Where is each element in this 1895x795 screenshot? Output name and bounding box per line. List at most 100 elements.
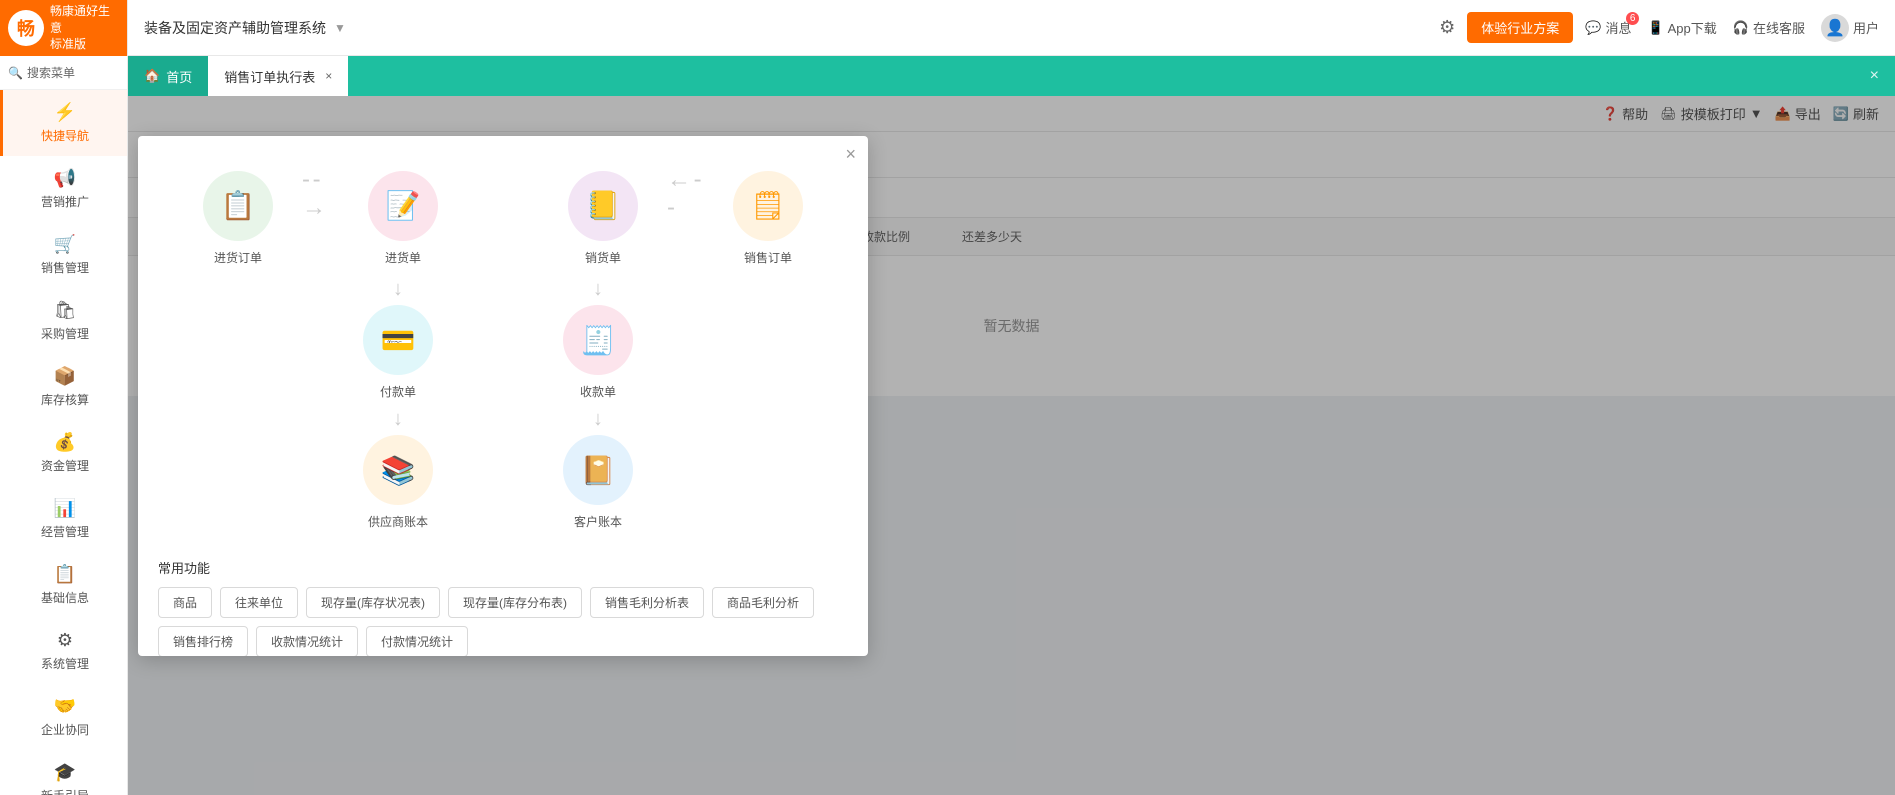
modal-overlay[interactable]: × 📋 进货订单 - - → bbox=[128, 96, 1895, 795]
sidebar-search[interactable]: 🔍 搜索菜单 bbox=[0, 56, 127, 90]
user-menu[interactable]: 👤 用户 bbox=[1821, 14, 1879, 42]
payment-bill-circle: 💳 bbox=[363, 305, 433, 375]
down-arrows-row-2: ↓ ↓ bbox=[178, 408, 828, 431]
inventory-icon: 📦 bbox=[54, 366, 76, 387]
tab-bar: 🏠 首页 销售订单执行表 × × bbox=[128, 56, 1895, 96]
receipt-bill-node: 🧾 收款单 bbox=[538, 305, 658, 400]
supplier-ledger-label: 供应商账本 bbox=[368, 513, 428, 530]
supplier-ledger-icon: 📚 bbox=[381, 454, 416, 487]
close-all-tabs-button[interactable]: × bbox=[1854, 67, 1895, 85]
down-arrow-receipt: ↓ bbox=[538, 408, 658, 431]
sales-bill-circle: 📒 bbox=[568, 171, 638, 241]
common-functions-buttons: 商品 往来单位 现存量(库存状况表) 现存量(库存分布表) 销售毛利分析表 商品… bbox=[158, 587, 848, 618]
sidebar-item-guide[interactable]: 🎓 新手引导 bbox=[0, 750, 127, 795]
purchase-bill-circle: 📝 bbox=[368, 171, 438, 241]
header-right: 💬 消息 6 📱 App下载 🎧 在线客服 👤 用户 bbox=[1585, 14, 1879, 42]
sidebar-item-quick-nav[interactable]: ⚡ 快捷导航 bbox=[0, 90, 127, 156]
common-functions-title: 常用功能 bbox=[158, 558, 848, 577]
common-functions: 常用功能 商品 往来单位 现存量(库存状况表) 现存量(库存分布表) 销售毛利分… bbox=[138, 558, 868, 656]
tab-sales-order[interactable]: 销售订单执行表 × bbox=[208, 56, 348, 96]
supplier-ledger-circle: 📚 bbox=[363, 435, 433, 505]
system-title: 装备及固定资产辅助管理系统 ▼ bbox=[144, 18, 1427, 38]
sales-bill-node: 📒 销货单 bbox=[543, 171, 663, 266]
cf-btn-stock-status[interactable]: 现存量(库存状况表) bbox=[306, 587, 440, 618]
sidebar-item-sales[interactable]: 🛒 销售管理 bbox=[0, 222, 127, 288]
marketing-icon: 📢 bbox=[54, 168, 76, 189]
sales-order-icon: 🗒 bbox=[750, 189, 786, 222]
payment-bill-label: 付款单 bbox=[380, 383, 416, 400]
sidebar-item-marketing[interactable]: 📢 营销推广 bbox=[0, 156, 127, 222]
flow-row-2: 💳 付款单 🧾 收款单 bbox=[178, 305, 828, 400]
sidebar-logo: 畅 畅康通好生意 标准版 bbox=[0, 0, 127, 56]
purchase-bill-icon: 📝 bbox=[386, 189, 421, 222]
finance-icon: 💰 bbox=[54, 432, 76, 453]
purchase-order-node: 📋 进货订单 bbox=[178, 171, 298, 266]
modal-close-button[interactable]: × bbox=[845, 144, 856, 165]
sales-order-label: 销售订单 bbox=[744, 249, 792, 266]
cf-btn-sales-rank[interactable]: 销售排行榜 bbox=[158, 626, 248, 656]
flow-diagram: 📋 进货订单 - - → 📝 bbox=[138, 136, 868, 558]
basic-info-icon: 📋 bbox=[54, 564, 76, 585]
cf-btn-receipt-stats[interactable]: 收款情况统计 bbox=[256, 626, 358, 656]
sidebar-nav: ⚡ 快捷导航 📢 营销推广 🛒 销售管理 🛍 采购管理 📦 库存核算 💰 资金管… bbox=[0, 90, 127, 795]
sidebar-item-operations[interactable]: 📊 经营管理 bbox=[0, 486, 127, 552]
sales-order-circle: 🗒 bbox=[733, 171, 803, 241]
try-industry-button[interactable]: 体验行业方案 bbox=[1467, 12, 1573, 43]
sidebar-item-collab[interactable]: 🤝 企业协同 bbox=[0, 684, 127, 750]
arrow-2: ← - - bbox=[667, 166, 704, 270]
flow-row-3: 📚 供应商账本 📔 客户账本 bbox=[178, 435, 828, 530]
message-icon: 💬 bbox=[1585, 20, 1601, 36]
purchase-order-label: 进货订单 bbox=[214, 249, 262, 266]
sales-order-node: 🗒 销售订单 bbox=[708, 171, 828, 266]
operations-icon: 📊 bbox=[54, 498, 76, 519]
sales-icon: 🛒 bbox=[54, 234, 76, 255]
purchase-order-icon: 📋 bbox=[221, 189, 256, 222]
sidebar-item-finance[interactable]: 💰 资金管理 bbox=[0, 420, 127, 486]
logo-icon: 畅 bbox=[8, 10, 44, 46]
home-icon: 🏠 bbox=[144, 68, 160, 84]
cf-btn-partner[interactable]: 往来单位 bbox=[220, 587, 298, 618]
customer-ledger-node: 📔 客户账本 bbox=[538, 435, 658, 530]
flow-row-1: 📋 进货订单 - - → 📝 bbox=[178, 166, 828, 270]
user-avatar: 👤 bbox=[1821, 14, 1849, 42]
purchase-bill-label: 进货单 bbox=[385, 249, 421, 266]
receipt-bill-label: 收款单 bbox=[580, 383, 616, 400]
modal: × 📋 进货订单 - - → bbox=[138, 136, 868, 656]
cf-btn-stock-dist[interactable]: 现存量(库存分布表) bbox=[448, 587, 582, 618]
arrow-1: - - → bbox=[302, 166, 339, 270]
cf-btn-product-profit[interactable]: 商品毛利分析 bbox=[712, 587, 814, 618]
system-dropdown-icon[interactable]: ▼ bbox=[334, 21, 346, 35]
customer-ledger-icon: 📔 bbox=[581, 454, 616, 487]
down-arrow-sales: ↓ bbox=[538, 278, 658, 301]
common-functions-buttons-2: 销售排行榜 收款情况统计 付款情况统计 bbox=[158, 626, 848, 656]
sidebar-item-basic-info[interactable]: 📋 基础信息 bbox=[0, 552, 127, 618]
tab-home[interactable]: 🏠 首页 bbox=[128, 56, 208, 96]
supplier-ledger-node: 📚 供应商账本 bbox=[338, 435, 458, 530]
quick-nav-icon: ⚡ bbox=[54, 102, 76, 123]
app-download-button[interactable]: 📱 App下载 bbox=[1647, 18, 1716, 37]
headset-icon: 🎧 bbox=[1733, 20, 1749, 36]
cf-btn-payment-stats[interactable]: 付款情况统计 bbox=[366, 626, 468, 656]
customer-ledger-label: 客户账本 bbox=[574, 513, 622, 530]
cf-btn-product[interactable]: 商品 bbox=[158, 587, 212, 618]
logo-text: 畅康通好生意 标准版 bbox=[50, 3, 119, 53]
sidebar-item-system[interactable]: ⚙ 系统管理 bbox=[0, 618, 127, 684]
guide-icon: 🎓 bbox=[54, 762, 76, 783]
phone-icon: 📱 bbox=[1647, 20, 1663, 36]
sales-bill-label: 销货单 bbox=[585, 249, 621, 266]
sidebar: 畅 畅康通好生意 标准版 🔍 搜索菜单 ⚡ 快捷导航 📢 营销推广 🛒 销售管理… bbox=[0, 0, 128, 795]
sidebar-item-inventory[interactable]: 📦 库存核算 bbox=[0, 354, 127, 420]
search-icon: 🔍 bbox=[8, 66, 23, 80]
message-button[interactable]: 💬 消息 6 bbox=[1585, 18, 1631, 37]
main-area: 装备及固定资产辅助管理系统 ▼ ⚙ 体验行业方案 💬 消息 6 📱 App下载 … bbox=[128, 0, 1895, 795]
receipt-bill-icon: 🧾 bbox=[581, 324, 616, 357]
cf-btn-sales-profit[interactable]: 销售毛利分析表 bbox=[590, 587, 704, 618]
customer-ledger-circle: 📔 bbox=[563, 435, 633, 505]
sidebar-item-purchase[interactable]: 🛍 采购管理 bbox=[0, 288, 127, 354]
settings-icon[interactable]: ⚙ bbox=[1439, 17, 1455, 38]
tab-close-button[interactable]: × bbox=[325, 69, 332, 83]
down-arrows-row: ↓ ↓ bbox=[178, 278, 828, 301]
online-service-button[interactable]: 🎧 在线客服 bbox=[1733, 18, 1805, 37]
purchase-bill-node: 📝 进货单 bbox=[343, 171, 463, 266]
system-icon: ⚙ bbox=[57, 630, 73, 651]
